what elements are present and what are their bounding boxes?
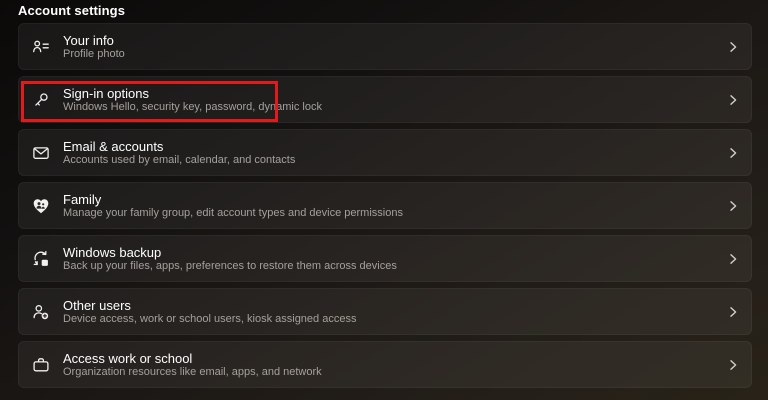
key-icon bbox=[31, 90, 51, 110]
settings-row-email-accounts[interactable]: Email & accounts Accounts used by email,… bbox=[18, 129, 752, 176]
row-subtitle: Back up your files, apps, preferences to… bbox=[63, 259, 397, 272]
settings-row-other-users[interactable]: Other users Device access, work or schoo… bbox=[18, 288, 752, 335]
briefcase-icon bbox=[31, 355, 51, 375]
row-title: Email & accounts bbox=[63, 138, 164, 154]
chevron-right-icon bbox=[727, 200, 739, 212]
row-subtitle: Accounts used by email, calendar, and co… bbox=[63, 153, 296, 166]
settings-row-windows-backup[interactable]: Windows backup Back up your files, apps,… bbox=[18, 235, 752, 282]
row-subtitle: Windows Hello, security key, password, d… bbox=[63, 100, 322, 113]
row-subtitle: Manage your family group, edit account t… bbox=[63, 206, 403, 219]
row-title: Windows backup bbox=[63, 244, 162, 260]
chevron-right-icon bbox=[727, 147, 739, 159]
row-texts: Windows backup Back up your files, apps,… bbox=[63, 246, 397, 272]
chevron-right-icon bbox=[727, 94, 739, 106]
settings-row-family[interactable]: Family Manage your family group, edit ac… bbox=[18, 182, 752, 229]
row-title: Access work or school bbox=[63, 350, 193, 366]
row-texts: Email & accounts Accounts used by email,… bbox=[63, 140, 295, 166]
settings-list: Your info Profile photo Sign-in options … bbox=[18, 23, 752, 388]
row-texts: Your info Profile photo bbox=[63, 34, 125, 60]
settings-row-access-work-or-school[interactable]: Access work or school Organization resou… bbox=[18, 341, 752, 388]
page-title: Account settings bbox=[18, 3, 126, 18]
account-settings-page: Account settings Your info Profile photo… bbox=[0, 0, 768, 400]
family-heart-icon bbox=[31, 196, 51, 216]
chevron-right-icon bbox=[727, 306, 739, 318]
row-subtitle: Profile photo bbox=[63, 47, 125, 60]
row-texts: Other users Device access, work or schoo… bbox=[63, 299, 356, 325]
row-title: Family bbox=[63, 191, 102, 207]
row-title: Other users bbox=[63, 297, 131, 313]
chevron-right-icon bbox=[727, 253, 739, 265]
row-title: Sign-in options bbox=[63, 85, 149, 101]
row-subtitle: Organization resources like email, apps,… bbox=[63, 365, 322, 378]
mail-icon bbox=[31, 143, 51, 163]
row-texts: Access work or school Organization resou… bbox=[63, 352, 322, 378]
chevron-right-icon bbox=[727, 359, 739, 371]
settings-row-sign-in-options[interactable]: Sign-in options Windows Hello, security … bbox=[18, 76, 752, 123]
row-title: Your info bbox=[63, 32, 114, 48]
row-subtitle: Device access, work or school users, kio… bbox=[63, 312, 357, 325]
row-texts: Sign-in options Windows Hello, security … bbox=[63, 87, 322, 113]
add-user-icon bbox=[31, 302, 51, 322]
chevron-right-icon bbox=[727, 41, 739, 53]
contact-card-icon bbox=[31, 37, 51, 57]
row-texts: Family Manage your family group, edit ac… bbox=[63, 193, 403, 219]
backup-sync-icon bbox=[31, 249, 51, 269]
settings-row-your-info[interactable]: Your info Profile photo bbox=[18, 23, 752, 70]
